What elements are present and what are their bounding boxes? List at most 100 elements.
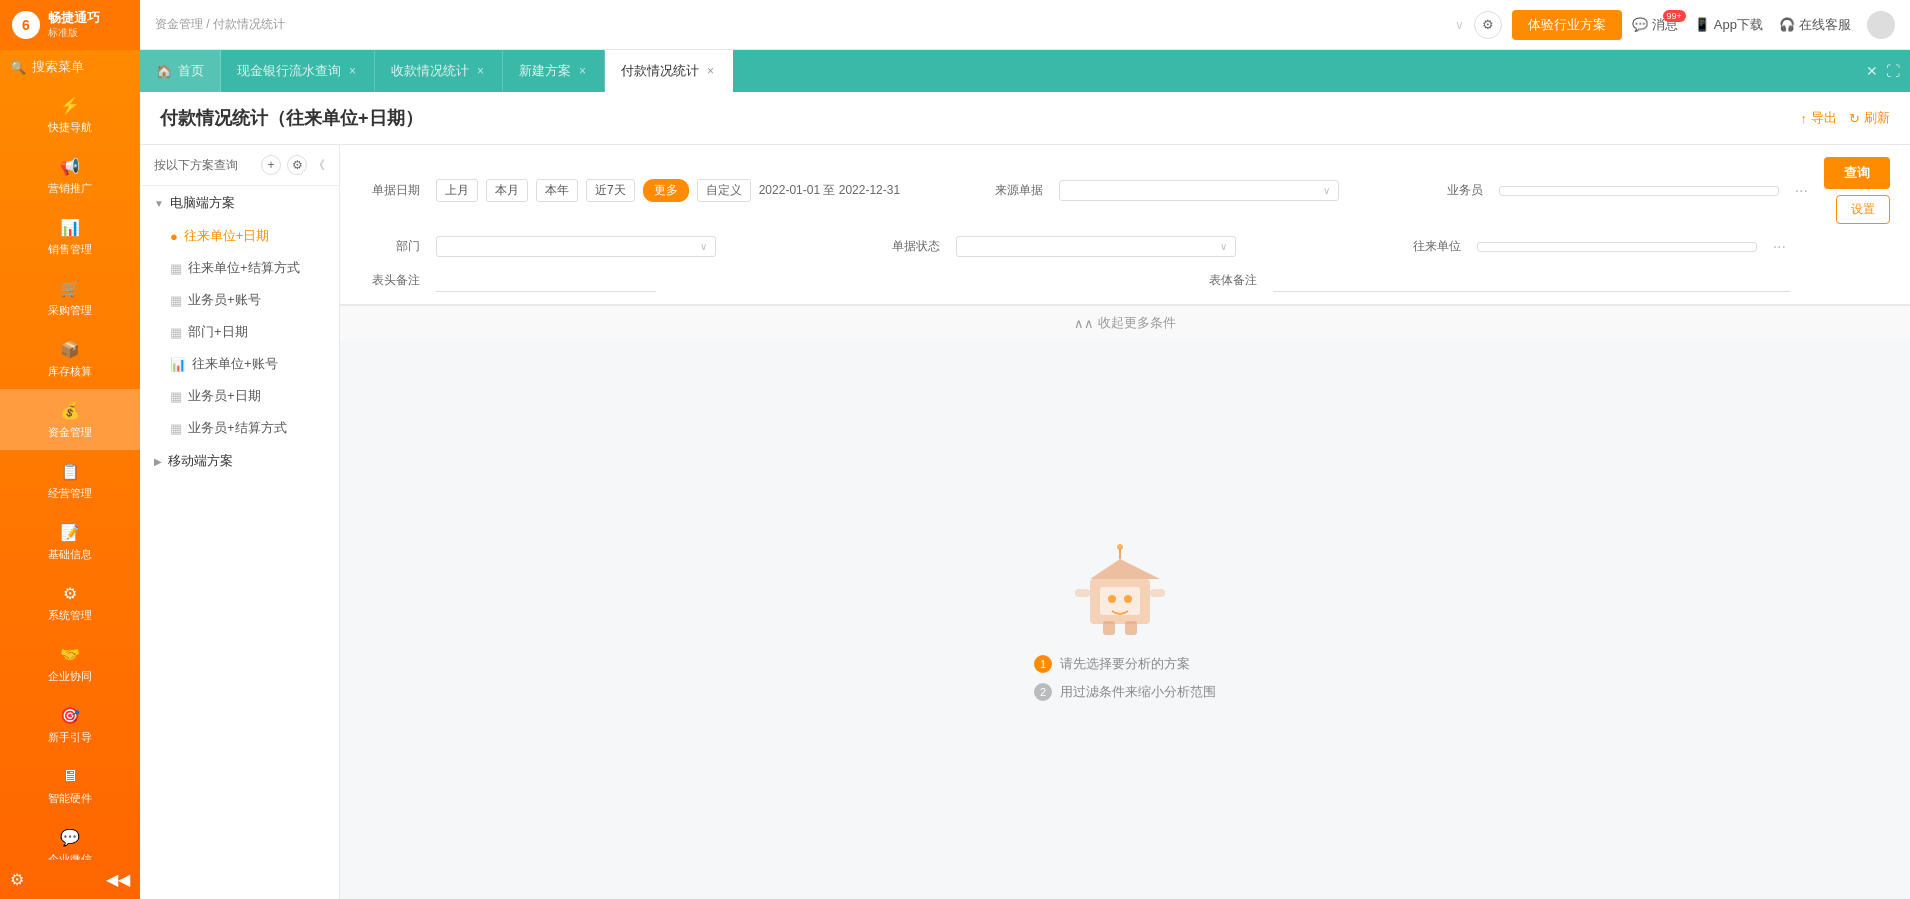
sidebar-item-marketing[interactable]: 📢 营销推广 xyxy=(0,145,140,206)
scheme-header: 按以下方案查询 + ⚙ 《 xyxy=(140,145,339,186)
tab-income[interactable]: 收款情况统计 × xyxy=(375,50,503,92)
message-icon: 💬 xyxy=(1632,17,1648,32)
tip-num-2: 2 xyxy=(1034,683,1052,701)
scheme-collapse-btn[interactable]: 《 xyxy=(313,157,325,174)
tab-payment-close[interactable]: × xyxy=(705,62,716,80)
scheme-add-btn[interactable]: + xyxy=(261,155,281,175)
sales-icon: 📊 xyxy=(59,216,81,238)
industry-btn[interactable]: 体验行业方案 xyxy=(1512,10,1622,40)
collapse-sidebar-icon[interactable]: ◀◀ xyxy=(106,870,130,889)
scheme-item-dept-date[interactable]: ▦ 部门+日期 xyxy=(140,316,339,348)
svg-rect-9 xyxy=(1103,621,1115,635)
topbar-settings-btn[interactable]: ⚙ xyxy=(1474,11,1502,39)
tab-payment[interactable]: 付款情况统计 × xyxy=(605,50,733,92)
tabbar: 🏠 首页 现金银行流水查询 × 收款情况统计 × 新建方案 × 付款情况统计 ×… xyxy=(140,50,1910,92)
scheme-group-mobile[interactable]: ▶ 移动端方案 xyxy=(140,444,339,478)
tab-income-close[interactable]: × xyxy=(475,62,486,80)
filter-row-1: 单据日期 上月 本月 本年 近7天 更多 自定义 2022-01-01 至 20… xyxy=(360,157,1890,224)
basic-label: 基础信息 xyxy=(48,547,92,562)
sidebar-item-wechat[interactable]: 💬 企业微信 xyxy=(0,816,140,860)
tab-income-label: 收款情况统计 xyxy=(391,62,469,80)
tab-new[interactable]: 新建方案 × xyxy=(503,50,605,92)
salesman-select[interactable] xyxy=(1499,186,1779,196)
tab-home[interactable]: 🏠 首页 xyxy=(140,50,221,92)
scheme-item-staff-date[interactable]: ▦ 业务员+日期 xyxy=(140,380,339,412)
date-last-month[interactable]: 上月 xyxy=(436,179,478,202)
logo-text: 畅捷通巧 标准版 xyxy=(48,10,100,41)
date-custom[interactable]: 自定义 xyxy=(697,179,751,202)
sidebar-search[interactable]: 🔍 搜索菜单 xyxy=(0,50,140,84)
scheme-item-unit-account[interactable]: 📊 往来单位+账号 xyxy=(140,348,339,380)
empty-illustration xyxy=(1065,539,1185,639)
user-avatar[interactable] xyxy=(1867,11,1895,39)
sidebar-logo: 6 畅捷通巧 标准版 xyxy=(0,0,140,50)
tab-bank-close[interactable]: × xyxy=(347,62,358,80)
scheme-unit-date-label: 往来单位+日期 xyxy=(184,227,270,245)
purchase-icon: 🛒 xyxy=(59,277,81,299)
tab-new-close[interactable]: × xyxy=(577,62,588,80)
scheme-staff-date-label: 业务员+日期 xyxy=(188,387,261,405)
unit-select[interactable] xyxy=(1477,242,1757,252)
scheme-header-actions: + ⚙ 《 xyxy=(261,155,325,175)
app-download-btn[interactable]: 📱 App下载 xyxy=(1694,16,1763,34)
sidebar-item-shortcut[interactable]: ⚡ 快捷导航 xyxy=(0,84,140,145)
sidebar-item-inventory[interactable]: 📦 库存核算 xyxy=(0,328,140,389)
source-select[interactable]: ∨ xyxy=(1059,180,1339,201)
collapse-more-btn[interactable]: ∧∧ 收起更多条件 xyxy=(340,305,1910,340)
date-more[interactable]: 更多 xyxy=(643,179,689,202)
page-header: 付款情况统计（往来单位+日期） ↑ 导出 ↻ 刷新 xyxy=(140,92,1910,145)
sidebar-item-sales[interactable]: 📊 销售管理 xyxy=(0,206,140,267)
inventory-label: 库存核算 xyxy=(48,364,92,379)
svg-rect-10 xyxy=(1125,621,1137,635)
service-btn[interactable]: 🎧 在线客服 xyxy=(1779,16,1851,34)
export-label: 导出 xyxy=(1811,109,1837,127)
filter-settings-btn[interactable]: 设置 xyxy=(1836,195,1890,224)
tab-close-all-icon[interactable]: ✕ xyxy=(1866,63,1878,79)
tab-bank[interactable]: 现金银行流水查询 × xyxy=(221,50,375,92)
scheme-item-staff-settle[interactable]: ▦ 业务员+结算方式 xyxy=(140,412,339,444)
page-content: 付款情况统计（往来单位+日期） ↑ 导出 ↻ 刷新 按以下方案查询 + xyxy=(140,92,1910,899)
tab-expand-icon[interactable]: ⛶ xyxy=(1886,63,1900,79)
date-last-7[interactable]: 近7天 xyxy=(586,179,635,202)
sidebar-item-finance[interactable]: 💰 资金管理 xyxy=(0,389,140,450)
header-note-input[interactable] xyxy=(436,269,656,292)
query-btn[interactable]: 查询 xyxy=(1824,157,1890,189)
tab-new-label: 新建方案 xyxy=(519,62,571,80)
scheme-item-staff-account[interactable]: ▦ 业务员+账号 xyxy=(140,284,339,316)
status-select[interactable]: ∨ xyxy=(956,236,1236,257)
sidebar-item-guide[interactable]: 🎯 新手引导 xyxy=(0,694,140,755)
sidebar-item-purchase[interactable]: 🛒 采购管理 xyxy=(0,267,140,328)
dept-select[interactable]: ∨ xyxy=(436,236,716,257)
sidebar-item-basic[interactable]: 📝 基础信息 xyxy=(0,511,140,572)
scheme-group-desktop[interactable]: ▼ 电脑端方案 xyxy=(140,186,339,220)
scheme-settings-btn[interactable]: ⚙ xyxy=(287,155,307,175)
sidebar-item-enterprise[interactable]: 🤝 企业协同 xyxy=(0,633,140,694)
sidebar-item-system[interactable]: ⚙ 系统管理 xyxy=(0,572,140,633)
scheme-unit-settle-label: 往来单位+结算方式 xyxy=(188,259,300,277)
dept-dropdown-icon: ∨ xyxy=(700,241,707,252)
unit-dots[interactable]: ··· xyxy=(1773,238,1786,256)
dept-label: 部门 xyxy=(360,238,420,255)
scheme-item-unit-settle[interactable]: ▦ 往来单位+结算方式 xyxy=(140,252,339,284)
page-title: 付款情况统计（往来单位+日期） xyxy=(160,106,423,130)
refresh-btn[interactable]: ↻ 刷新 xyxy=(1849,109,1890,127)
date-this-month[interactable]: 本月 xyxy=(486,179,528,202)
date-range-text: 2022-01-01 至 2022-12-31 xyxy=(759,182,900,199)
date-label: 单据日期 xyxy=(360,182,420,199)
body-note-input[interactable] xyxy=(1273,269,1790,292)
settings-bottom-icon[interactable]: ⚙ xyxy=(10,870,24,889)
chevron-down-icon: ▼ xyxy=(154,198,164,209)
sidebar-item-operations[interactable]: 📋 经营管理 xyxy=(0,450,140,511)
status-label: 单据状态 xyxy=(880,238,940,255)
enterprise-icon: 🤝 xyxy=(59,643,81,665)
home-icon: 🏠 xyxy=(156,64,172,79)
sidebar-bottom: ⚙ ◀◀ xyxy=(0,860,140,899)
status-dropdown-icon: ∨ xyxy=(1220,241,1227,252)
scheme-item-unit-date[interactable]: ● 往来单位+日期 xyxy=(140,220,339,252)
search-icon: 🔍 xyxy=(10,60,26,75)
date-this-year[interactable]: 本年 xyxy=(536,179,578,202)
sidebar-item-hardware[interactable]: 🖥 智能硬件 xyxy=(0,755,140,816)
messages-btn[interactable]: 💬 消息 99+ xyxy=(1632,16,1678,34)
export-btn[interactable]: ↑ 导出 xyxy=(1801,109,1838,127)
salesman-dots[interactable]: ··· xyxy=(1795,182,1808,200)
